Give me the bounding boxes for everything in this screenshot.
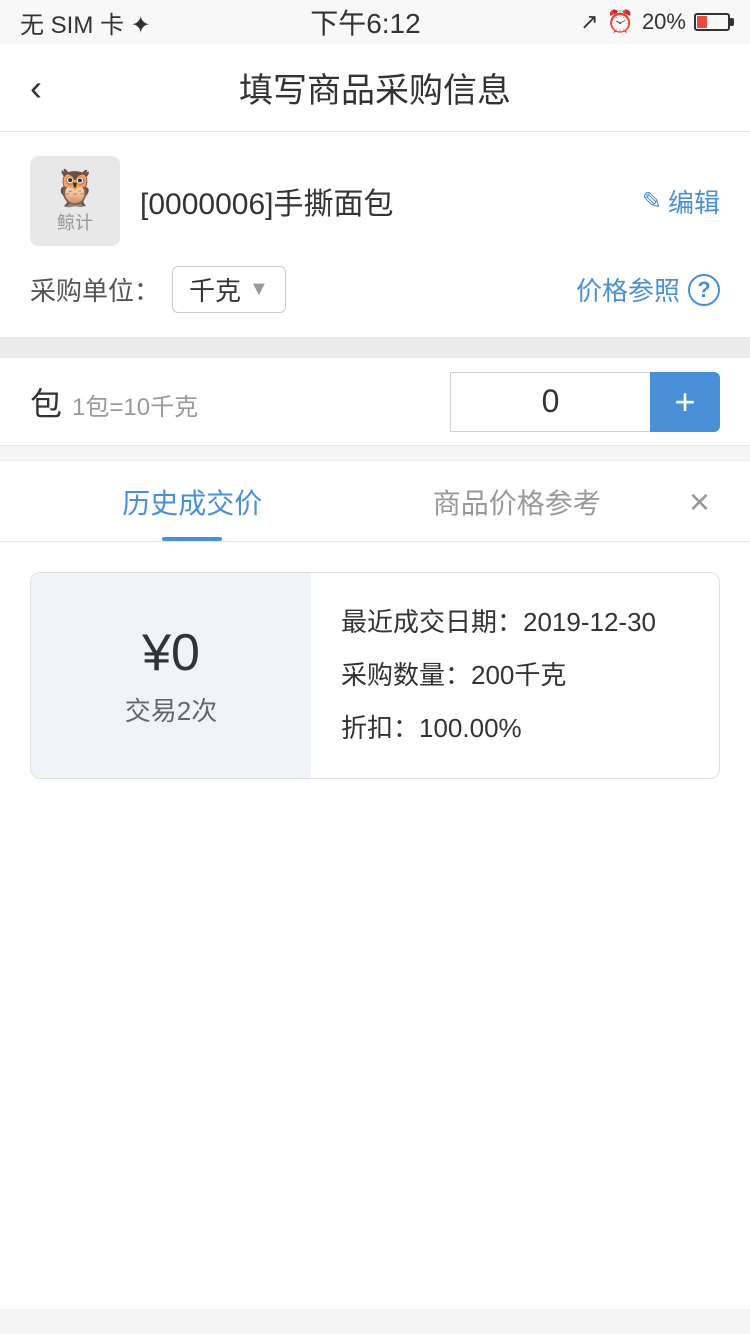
back-button[interactable]: ‹ [30,67,90,109]
unit-selector-dropdown[interactable]: 千克 ▼ [172,266,286,313]
time-text: 下午6:12 [310,2,421,42]
edit-button[interactable]: ✎ 编辑 [642,183,720,220]
quantity-plus-button[interactable]: + [650,372,720,432]
unit-label: 采购单位： [30,271,160,308]
product-image-icon: 🦉 [53,167,98,209]
price-ref-info-icon: ? [688,274,720,306]
status-right-group: ↗ ⏰ 20% [580,9,730,35]
purchase-quantity-row: 采购数量：200千克 [341,656,689,695]
edit-label: 编辑 [668,183,720,220]
tab-history-label: 历史成交价 [122,482,262,522]
location-icon: ↗ [580,9,598,35]
tab-section: 历史成交价 商品价格参考 × ¥0 交易2次 最近成交日期：2019-12-30… [0,462,750,809]
quantity-row: 包 1包=10千克 0 + [0,358,750,446]
quantity-label-group: 包 1包=10千克 [30,379,198,425]
discount-label: 折扣： [341,713,419,743]
price-ref-label: 价格参照 [576,271,680,308]
recent-date-row: 最近成交日期：2019-12-30 [341,603,689,642]
tab-product-price-ref[interactable]: 商品价格参考 [354,462,678,541]
quantity-unit-big: 包 [30,379,62,425]
quantity-input-box[interactable]: 0 [450,372,650,432]
product-top-row: 🦉 鲸计 [0000006]手撕面包 ✎ 编辑 [30,156,720,246]
purchase-quantity-value: 200千克 [471,660,566,690]
dropdown-arrow-icon: ▼ [249,278,269,301]
purchase-quantity-label: 采购数量： [341,660,471,690]
history-price-value: ¥0 [142,623,200,683]
battery-fill [697,16,707,28]
product-left-group: 🦉 鲸计 [0000006]手撕面包 [30,156,393,246]
recent-date-value: 2019-12-30 [523,607,656,637]
history-price-right: 最近成交日期：2019-12-30 采购数量：200千克 折扣：100.00% [311,573,719,778]
battery-percent: 20% [642,9,686,35]
page-background-fill [0,809,750,1309]
nav-bar: ‹ 填写商品采购信息 [0,44,750,132]
tab-active-underline [162,537,222,541]
discount-row: 折扣：100.00% [341,709,689,748]
edit-icon: ✎ [642,187,662,216]
tab-product-price-label: 商品价格参考 [433,482,601,522]
history-price-left: ¥0 交易2次 [31,573,311,778]
section-divider [0,338,750,358]
product-bottom-row: 采购单位： 千克 ▼ 价格参照 ? [30,266,720,313]
tab-history-price[interactable]: 历史成交价 [30,462,354,541]
carrier-text: 无 SIM 卡 ✦ [20,5,151,40]
product-name: [0000006]手撕面包 [140,179,393,223]
product-card: 🦉 鲸计 [0000006]手撕面包 ✎ 编辑 采购单位： 千克 ▼ 价格参照 … [0,132,750,338]
unit-value: 千克 [189,271,241,308]
tab-close-button[interactable]: × [679,481,720,523]
tab-content: ¥0 交易2次 最近成交日期：2019-12-30 采购数量：200千克 折扣：… [0,542,750,809]
history-price-symbol: ¥ [142,624,171,682]
recent-date-label: 最近成交日期： [341,607,523,637]
quantity-input-area: 0 + [450,372,720,432]
status-bar: 无 SIM 卡 ✦ 下午6:12 ↗ ⏰ 20% [0,0,750,44]
product-thumbnail: 🦉 鲸计 [30,156,120,246]
quantity-value: 0 [542,383,560,420]
product-image-label: 鲸计 [57,209,93,235]
price-ref-button[interactable]: 价格参照 ? [576,271,720,308]
history-trades-count: 交易2次 [125,691,217,728]
alarm-icon: ⏰ [607,9,634,35]
quantity-unit-small: 1包=10千克 [72,387,198,422]
history-price-card: ¥0 交易2次 最近成交日期：2019-12-30 采购数量：200千克 折扣：… [30,572,720,779]
discount-value: 100.00% [419,713,522,743]
battery-icon [694,13,730,31]
unit-section: 采购单位： 千克 ▼ [30,266,286,313]
history-price-number: 0 [171,624,200,682]
page-title: 填写商品采购信息 [239,63,511,112]
tab-header: 历史成交价 商品价格参考 × [0,462,750,542]
